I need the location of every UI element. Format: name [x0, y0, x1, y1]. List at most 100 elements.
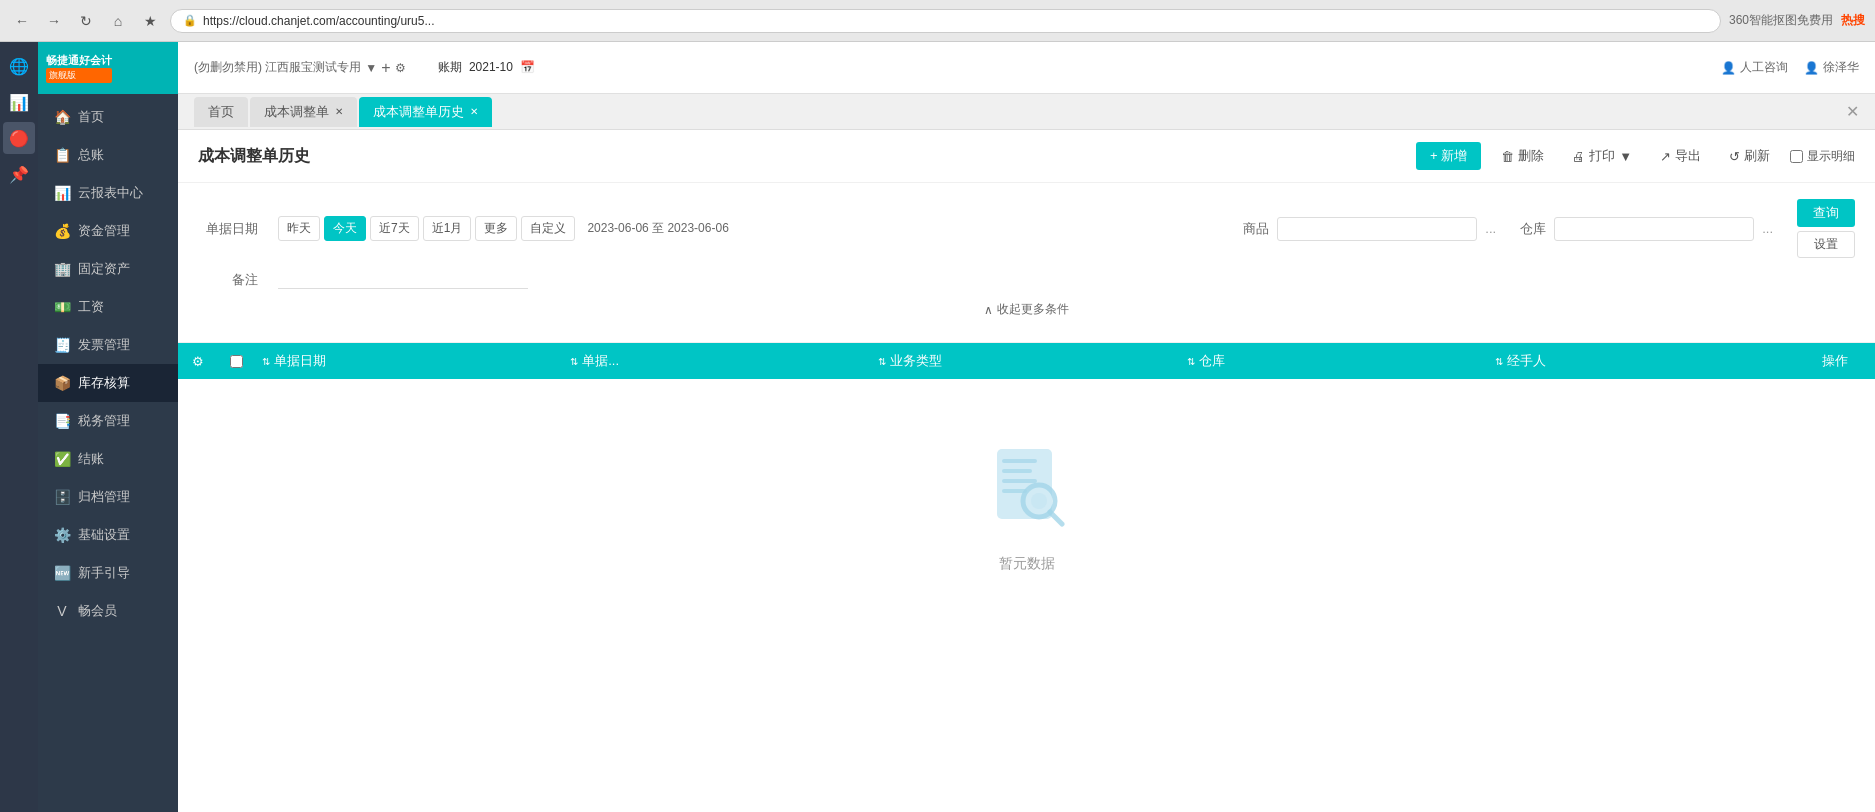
reload-button[interactable]: ↻ — [74, 9, 98, 33]
sidebar-item-finance[interactable]: 💰 资金管理 — [38, 212, 178, 250]
th-biz-type[interactable]: ⇅ 业务类型 — [870, 352, 1178, 370]
user-avatar-icon: 👤 — [1804, 61, 1819, 75]
rail-item-1[interactable]: 🌐 — [3, 50, 35, 82]
sidebar-item-closing[interactable]: ✅ 结账 — [38, 440, 178, 478]
home-icon: 🏠 — [54, 109, 70, 125]
tab-cost-adjust-history-label: 成本调整单历史 — [373, 103, 464, 121]
th-handler[interactable]: ⇅ 经手人 — [1487, 352, 1795, 370]
tab-cost-adjust-close[interactable]: ✕ — [335, 106, 343, 117]
settings-company-icon[interactable]: ⚙ — [395, 61, 406, 75]
customer-service-btn[interactable]: 👤 人工咨询 — [1721, 59, 1788, 76]
sidebar-item-ledger[interactable]: 📋 总账 — [38, 136, 178, 174]
th-warehouse[interactable]: ⇅ 仓库 — [1179, 352, 1487, 370]
product-filter-label: 商品 — [1243, 220, 1269, 238]
sidebar-item-settings[interactable]: ⚙️ 基础设置 — [38, 516, 178, 554]
th-actions-label: 操作 — [1822, 353, 1848, 368]
rail-item-2[interactable]: 📊 — [3, 86, 35, 118]
sidebar-label-invoice: 发票管理 — [78, 336, 130, 354]
th-sort-icon-date: ⇅ — [262, 356, 270, 367]
content-area: 成本调整单历史 + 新增 🗑 删除 🖨 打印 ▼ ↗ — [178, 130, 1875, 812]
sidebar-label-guide: 新手引导 — [78, 564, 130, 582]
sidebar-item-reports[interactable]: 📊 云报表中心 — [38, 174, 178, 212]
sidebar-item-assets[interactable]: 🏢 固定资产 — [38, 250, 178, 288]
rail-item-3[interactable]: 🔴 — [3, 122, 35, 154]
filter-row-date: 单据日期 昨天 今天 近7天 近1月 更多 自定义 2023-06-06 至 2… — [198, 199, 1855, 258]
query-btn[interactable]: 查询 — [1797, 199, 1855, 227]
sidebar-nav: 🏠 首页 📋 总账 📊 云报表中心 💰 资金管理 🏢 固定资产 💵 工资 — [38, 94, 178, 812]
display-toggle[interactable]: 显示明细 — [1790, 148, 1855, 165]
date-filter-buttons: 昨天 今天 近7天 近1月 更多 自定义 2023-06-06 至 2023-0… — [278, 216, 729, 241]
delete-btn[interactable]: 🗑 删除 — [1493, 143, 1552, 169]
tab-cost-adjust-history[interactable]: 成本调整单历史 ✕ — [359, 97, 492, 127]
th-checkbox-all[interactable] — [218, 355, 254, 368]
date-btn-more[interactable]: 更多 — [475, 216, 517, 241]
sidebar-item-vip[interactable]: V 畅会员 — [38, 592, 178, 630]
forward-button[interactable]: → — [42, 9, 66, 33]
main-content: 成本调整单历史 + 新增 🗑 删除 🖨 打印 ▼ ↗ — [178, 130, 1875, 812]
note-filter-label: 备注 — [198, 271, 258, 289]
home-button[interactable]: ⌂ — [106, 9, 130, 33]
date-btn-yesterday[interactable]: 昨天 — [278, 216, 320, 241]
warehouse-filter-input[interactable] — [1554, 217, 1754, 241]
date-btn-1month[interactable]: 近1月 — [423, 216, 472, 241]
rail-item-4[interactable]: 📌 — [3, 158, 35, 190]
calendar-icon[interactable]: 📅 — [520, 60, 535, 74]
app-container: 🌐 📊 🔴 📌 畅捷通好会计 旗舰版 🏠 首页 📋 总账 📊 云报表中心 — [0, 42, 1875, 812]
browser-chrome: ← → ↻ ⌂ ★ 🔒 https://cloud.chanjet.com/ac… — [0, 0, 1875, 42]
th-doc-no[interactable]: ⇅ 单据... — [562, 352, 870, 370]
archive-icon: 🗄️ — [54, 489, 70, 505]
th-date-label: 单据日期 — [274, 352, 326, 370]
sidebar-item-home[interactable]: 🏠 首页 — [38, 98, 178, 136]
ledger-icon: 📋 — [54, 147, 70, 163]
sidebar-item-guide[interactable]: 🆕 新手引导 — [38, 554, 178, 592]
settings-filter-btn[interactable]: 设置 — [1797, 231, 1855, 258]
sidebar-item-invoice[interactable]: 🧾 发票管理 — [38, 326, 178, 364]
logo-main-text: 畅捷通好会计 — [46, 53, 112, 67]
date-btn-7days[interactable]: 近7天 — [370, 216, 419, 241]
dropdown-icon[interactable]: ▼ — [365, 61, 377, 75]
sidebar: 畅捷通好会计 旗舰版 🏠 首页 📋 总账 📊 云报表中心 💰 资金管理 — [38, 42, 178, 812]
user-info[interactable]: 👤 徐泽华 — [1804, 59, 1859, 76]
th-sort-icon-docno: ⇅ — [570, 356, 578, 367]
th-docno-label: 单据... — [582, 352, 619, 370]
sidebar-item-archive[interactable]: 🗄️ 归档管理 — [38, 478, 178, 516]
refresh-btn[interactable]: ↺ 刷新 — [1721, 143, 1778, 169]
bookmark-button[interactable]: ★ — [138, 9, 162, 33]
sidebar-item-salary[interactable]: 💵 工资 — [38, 288, 178, 326]
collapse-btn[interactable]: ∧ 收起更多条件 — [984, 301, 1069, 318]
note-filter-input[interactable] — [278, 270, 528, 289]
th-date[interactable]: ⇅ 单据日期 — [254, 352, 562, 370]
select-all-checkbox[interactable] — [230, 355, 243, 368]
date-btn-today[interactable]: 今天 — [324, 216, 366, 241]
svg-point-7 — [1031, 493, 1047, 509]
display-toggle-checkbox[interactable] — [1790, 150, 1803, 163]
empty-doc-svg — [977, 439, 1077, 539]
tab-home[interactable]: 首页 — [194, 97, 248, 127]
url-text: https://cloud.chanjet.com/accounting/uru… — [203, 14, 434, 28]
back-button[interactable]: ← — [10, 9, 34, 33]
th-gear[interactable]: ⚙ — [178, 354, 218, 369]
sidebar-item-inventory[interactable]: 📦 库存核算 — [38, 364, 178, 402]
product-filter-input[interactable] — [1277, 217, 1477, 241]
print-label: 打印 — [1589, 147, 1615, 165]
reports-icon: 📊 — [54, 185, 70, 201]
product-ellipsis[interactable]: ... — [1485, 221, 1496, 236]
close-panel-btn[interactable]: ✕ — [1846, 102, 1859, 121]
export-btn[interactable]: ↗ 导出 — [1652, 143, 1709, 169]
logo-text-container: 畅捷通好会计 旗舰版 — [46, 53, 112, 82]
print-btn[interactable]: 🖨 打印 ▼ — [1564, 143, 1640, 169]
table-header: ⚙ ⇅ 单据日期 ⇅ 单据... ⇅ — [178, 343, 1875, 379]
new-btn[interactable]: + 新增 — [1416, 142, 1481, 170]
ssl-icon: 🔒 — [183, 14, 197, 27]
table-container: ⚙ ⇅ 单据日期 ⇅ 单据... ⇅ — [178, 343, 1875, 812]
svg-rect-2 — [1002, 469, 1032, 473]
product-filter-group: 商品 ... — [1243, 217, 1496, 241]
tab-cost-adjust-label: 成本调整单 — [264, 103, 329, 121]
tab-cost-adjust-history-close[interactable]: ✕ — [470, 106, 478, 117]
sidebar-item-tax[interactable]: 📑 税务管理 — [38, 402, 178, 440]
add-company-icon[interactable]: + — [381, 59, 390, 77]
warehouse-ellipsis[interactable]: ... — [1762, 221, 1773, 236]
url-bar[interactable]: 🔒 https://cloud.chanjet.com/accounting/u… — [170, 9, 1721, 33]
tab-cost-adjust[interactable]: 成本调整单 ✕ — [250, 97, 357, 127]
date-btn-custom[interactable]: 自定义 — [521, 216, 575, 241]
